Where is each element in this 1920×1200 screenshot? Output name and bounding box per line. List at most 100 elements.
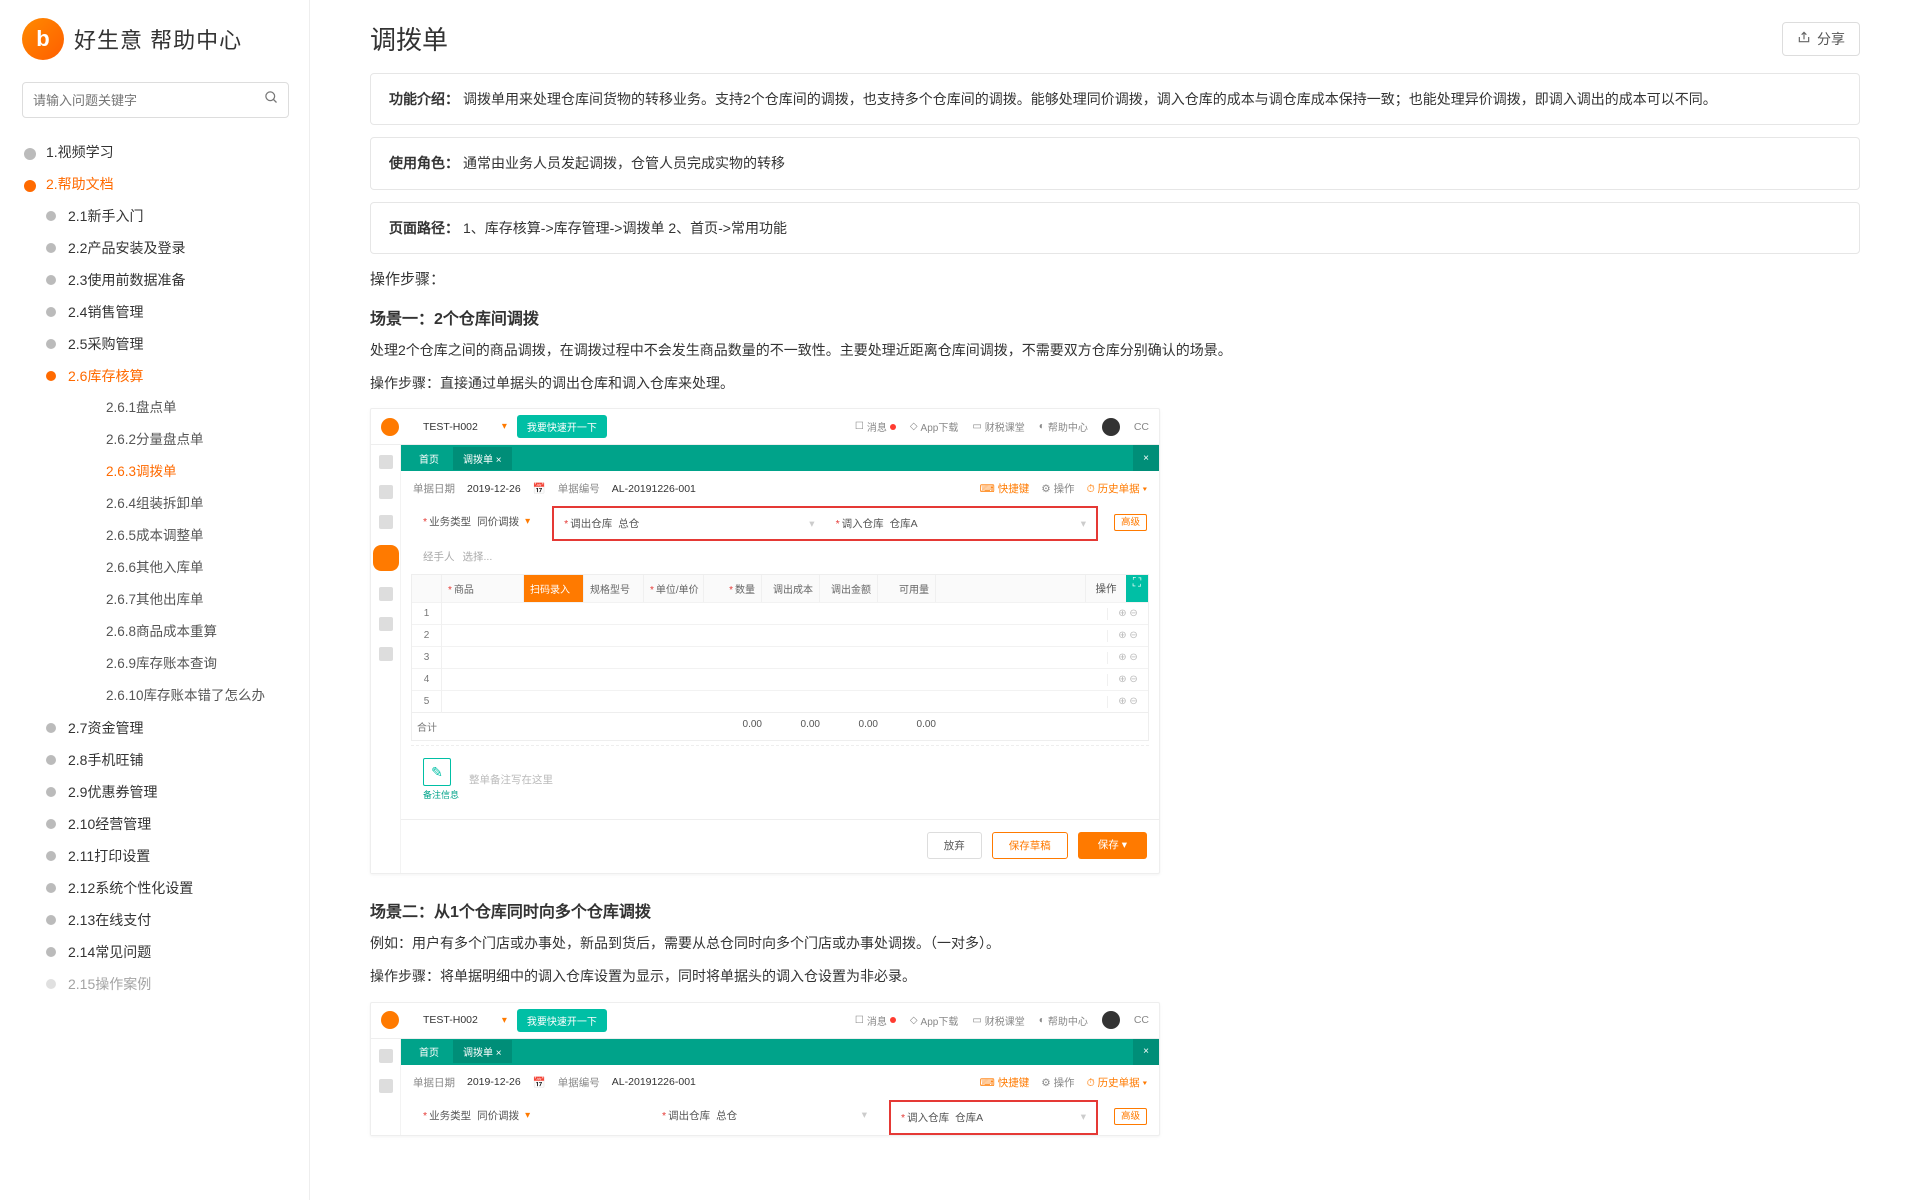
- mock-logo-icon: [381, 418, 399, 436]
- tab-bill: 调拨单 ×: [453, 447, 512, 470]
- nav-help-docs[interactable]: 2.帮助文档: [22, 168, 289, 200]
- nav-2-3[interactable]: 2.3使用前数据准备: [22, 264, 289, 296]
- date-label: 单据日期: [413, 481, 455, 496]
- nav-2-6-2[interactable]: 2.6.2分量盘点单: [22, 424, 289, 456]
- nav-2-6-1[interactable]: 2.6.1盘点单: [22, 392, 289, 424]
- info-function-val: 调拨单用来处理仓库间货物的转移业务。支持2个仓库间的调拨，也支持多个仓库间的调拨…: [463, 91, 1717, 107]
- quick-keys: ⌨ 快捷键: [980, 1075, 1030, 1090]
- note-icon-label: 备注信息: [423, 788, 459, 801]
- steps-heading: 操作步骤：: [370, 268, 1860, 289]
- nav-2-15[interactable]: 2.15操作案例: [22, 968, 289, 1000]
- type-label: 业务类型: [423, 514, 471, 529]
- scene2-p2: 操作步骤：将单据明细中的调入仓库设置为显示，同时将单据头的调入仓设置为非必录。: [370, 963, 1860, 990]
- nav-video-learning[interactable]: 1.视频学习: [22, 136, 289, 168]
- side-icon: [379, 455, 393, 469]
- note-icon: ✎: [423, 758, 451, 786]
- nav-2-5[interactable]: 2.5采购管理: [22, 328, 289, 360]
- info-role-key: 使用角色：: [389, 155, 459, 171]
- no-value: AL-20191226-001: [612, 1076, 696, 1088]
- quick-keys: ⌨ 快捷键: [980, 481, 1030, 496]
- nav-2-1[interactable]: 2.1新手入门: [22, 200, 289, 232]
- nav-2-6-5[interactable]: 2.6.5成本调整单: [22, 520, 289, 552]
- nav-2-7[interactable]: 2.7资金管理: [22, 712, 289, 744]
- mock-table: 商品 扫码录入 规格型号 单位/单价 数量 调出成本 调出金额 可用量 操作: [411, 574, 1149, 741]
- draft-button: 保存草稿: [992, 832, 1068, 859]
- no-label: 单据编号: [558, 481, 600, 496]
- save-button: 保存 ▾: [1078, 832, 1147, 859]
- mock-side-nav: [371, 445, 401, 873]
- nav-2-12[interactable]: 2.12系统个性化设置: [22, 872, 289, 904]
- scene1-p1: 处理2个仓库之间的商品调拨，在调拨过程中不会发生商品数量的不一致性。主要处理近距…: [370, 337, 1860, 364]
- mock-fin: ▭ 财税课堂: [972, 1013, 1024, 1028]
- th-qty: 数量: [704, 575, 762, 602]
- emp-label: 经手人: [423, 549, 455, 564]
- nav-2-6-3[interactable]: 2.6.3调拨单: [22, 456, 289, 488]
- mock-logo-icon: [381, 1011, 399, 1029]
- nav-2-14[interactable]: 2.14常见问题: [22, 936, 289, 968]
- search-icon[interactable]: [264, 90, 279, 110]
- expand-icon: ⛶: [1126, 575, 1148, 602]
- no-value: AL-20191226-001: [612, 483, 696, 495]
- in-value: 仓库A: [890, 516, 918, 531]
- search: [22, 82, 289, 118]
- out-label: 调出仓库: [564, 516, 612, 531]
- nav-2-6-6[interactable]: 2.6.6其他入库单: [22, 552, 289, 584]
- mock-tabbar: 首页 调拨单 × ×: [401, 445, 1159, 471]
- share-button[interactable]: 分享: [1782, 22, 1860, 56]
- brand: b 好生意 帮助中心: [22, 18, 289, 60]
- mock-host: TEST-H002: [409, 1012, 492, 1028]
- nav-2-6-7[interactable]: 2.6.7其他出库单: [22, 584, 289, 616]
- in-label: 调入仓库: [901, 1110, 949, 1125]
- mock-msg: ☐ 消息: [855, 1013, 896, 1028]
- mock-help: ◐ 帮助中心: [1039, 1013, 1088, 1028]
- main: 调拨单 分享 功能介绍：调拨单用来处理仓库间货物的转移业务。支持2个仓库间的调拨…: [310, 0, 1920, 1200]
- nav-tree: 1.视频学习 2.帮助文档 2.1新手入门 2.2产品安装及登录 2.3使用前数…: [22, 136, 289, 1000]
- brand-title: 好生意 帮助中心: [74, 23, 242, 55]
- mock-app: ◇ App下载: [910, 1013, 959, 1028]
- nav-2-13[interactable]: 2.13在线支付: [22, 904, 289, 936]
- side-icon-active: [379, 551, 393, 565]
- side-icon: [379, 485, 393, 499]
- adv-button: 高级: [1114, 1108, 1147, 1125]
- mock-side-nav: [371, 1039, 401, 1135]
- th-barcode: 扫码录入: [524, 575, 584, 602]
- date-value: 2019-12-26: [467, 483, 521, 495]
- nav-2-10[interactable]: 2.10经营管理: [22, 808, 289, 840]
- search-input[interactable]: [22, 82, 289, 118]
- out-value: 总仓: [618, 516, 639, 531]
- th-stock: 可用量: [878, 575, 936, 602]
- history-link: ⏱ 历史单据 ▾: [1087, 1075, 1147, 1090]
- type-value: 同价调拨: [477, 514, 519, 529]
- chevron-down-icon: ▾: [502, 421, 507, 432]
- op-link: ⚙ 操作: [1041, 1075, 1074, 1090]
- nav-2-9[interactable]: 2.9优惠券管理: [22, 776, 289, 808]
- mock-fin: ▭ 财税课堂: [972, 419, 1024, 434]
- tab-bill: 调拨单 ×: [453, 1040, 512, 1063]
- side-icon: [379, 647, 393, 661]
- nav-2-6-4[interactable]: 2.6.4组装拆卸单: [22, 488, 289, 520]
- mock-msg: ☐ 消息: [855, 419, 896, 434]
- chevron-down-icon: ▾: [525, 1110, 530, 1121]
- nav-2-6[interactable]: 2.6库存核算: [22, 360, 289, 392]
- th-unit: 单位/单价: [644, 575, 704, 602]
- discard-button: 放弃: [927, 832, 982, 859]
- info-function-key: 功能介绍：: [389, 91, 459, 107]
- nav-2-6-9[interactable]: 2.6.9库存账本查询: [22, 648, 289, 680]
- nav-2-11[interactable]: 2.11打印设置: [22, 840, 289, 872]
- date-label: 单据日期: [413, 1075, 455, 1090]
- nav-2-2[interactable]: 2.2产品安装及登录: [22, 232, 289, 264]
- sidebar: b 好生意 帮助中心 1.视频学习 2.帮助文档 2.1新手入门 2.2产品安装…: [0, 0, 310, 1200]
- nav-2-8[interactable]: 2.8手机旺铺: [22, 744, 289, 776]
- th-cost: 调出成本: [762, 575, 820, 602]
- mock-user: CC: [1134, 421, 1149, 433]
- side-icon: [379, 1049, 393, 1063]
- type-value: 同价调拨: [477, 1108, 519, 1123]
- out-label: 调出仓库: [662, 1108, 710, 1123]
- nav-2-6-8[interactable]: 2.6.8商品成本重算: [22, 616, 289, 648]
- no-label: 单据编号: [558, 1075, 600, 1090]
- nav-2-4[interactable]: 2.4销售管理: [22, 296, 289, 328]
- date-value: 2019-12-26: [467, 1076, 521, 1088]
- nav-2-6-10[interactable]: 2.6.10库存账本错了怎么办: [22, 680, 289, 712]
- scene2-heading: 场景二：从1个仓库同时向多个仓库调拨: [370, 898, 1860, 922]
- info-path-key: 页面路径：: [389, 220, 459, 236]
